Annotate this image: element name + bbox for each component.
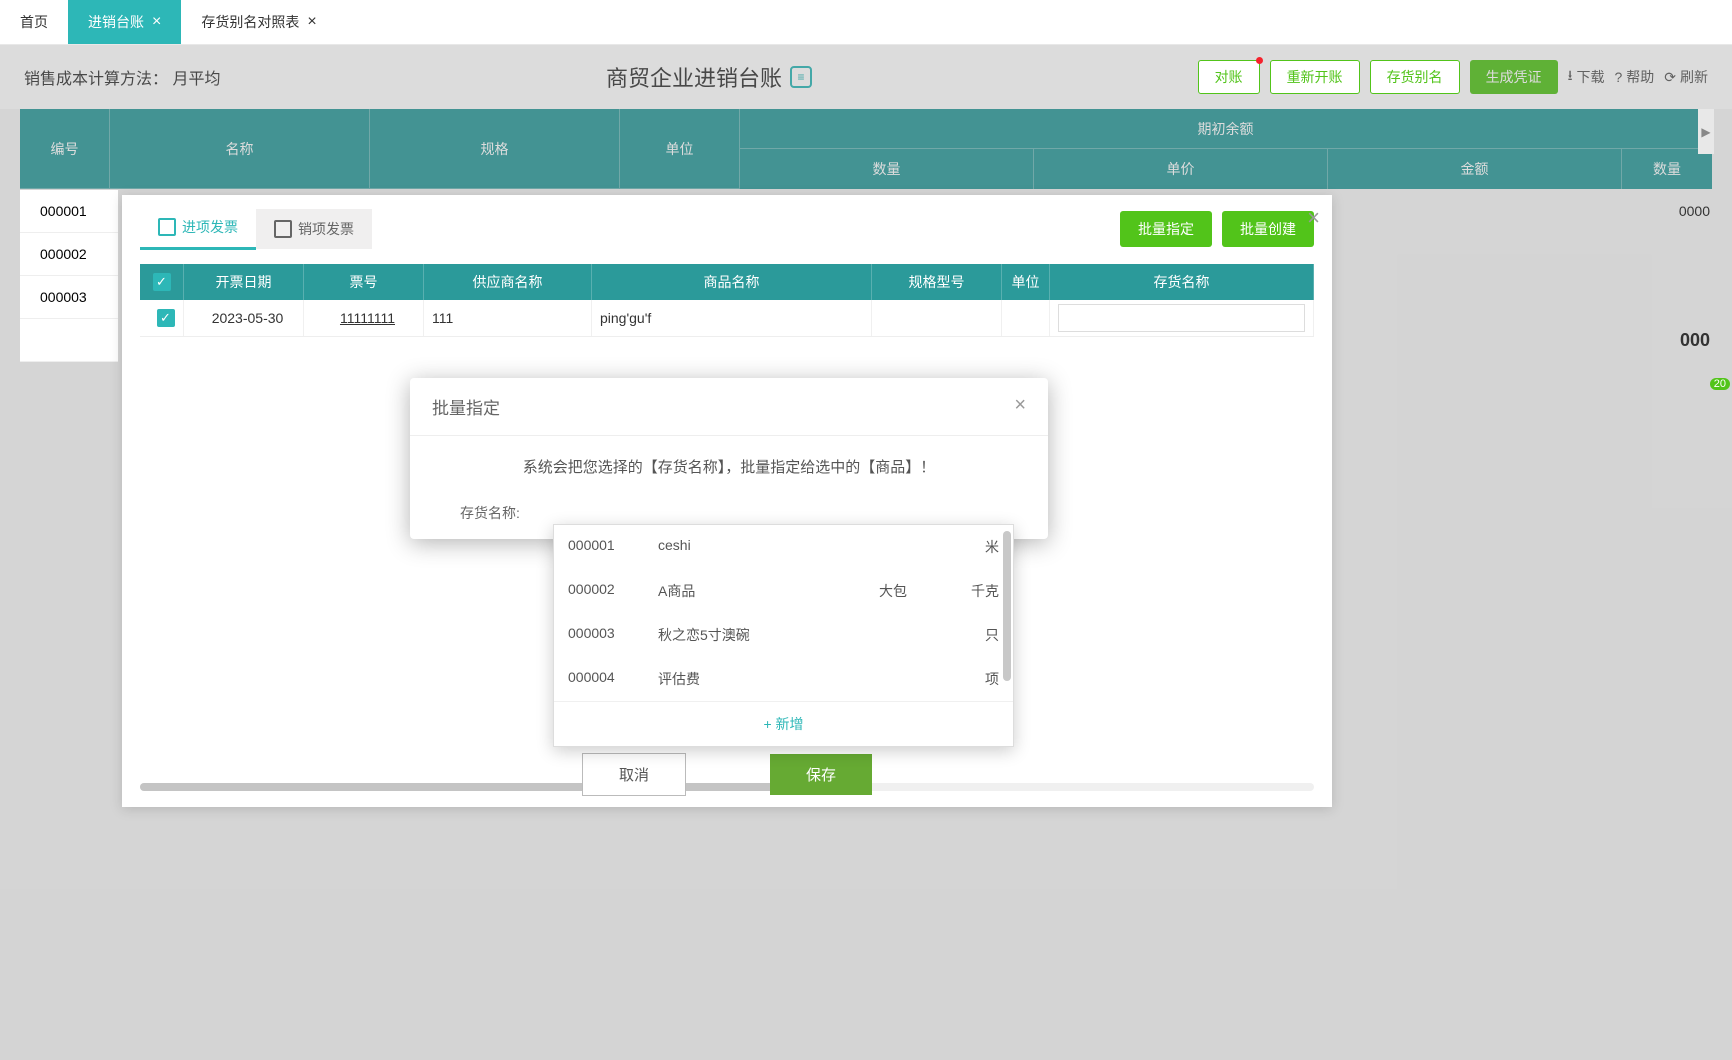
alias-button[interactable]: 存货别名 <box>1370 60 1460 94</box>
save-button[interactable]: 保存 <box>770 754 872 795</box>
batch-assign-button[interactable]: 批量指定 <box>1120 211 1212 247</box>
table-row[interactable]: 000002 <box>20 233 118 276</box>
modal-title: 批量指定 <box>432 394 500 419</box>
tab-sales-invoice[interactable]: 销项发票 <box>256 209 372 249</box>
dropdown-item[interactable]: 000002 A商品 大包 千克 <box>554 569 1013 613</box>
stock-dropdown: 000001 ceshi 米 000002 A商品 大包 千克 000003 秋… <box>553 524 1014 747</box>
cell-invoice-no[interactable]: 11111111 <box>304 300 424 336</box>
table-row[interactable]: 000003 <box>20 276 118 319</box>
dropdown-item[interactable]: 000003 秋之恋5寸澳碗 只 <box>554 613 1013 657</box>
th-stock-name: 存货名称 <box>1050 264 1314 300</box>
table-row[interactable]: 000001 <box>20 190 118 233</box>
reopen-button[interactable]: 重新开账 <box>1270 60 1360 94</box>
cell-date: 2023-05-30 <box>184 300 304 336</box>
th-supplier: 供应商名称 <box>424 264 592 300</box>
stock-name-input[interactable] <box>1058 304 1305 332</box>
cancel-button[interactable]: 取消 <box>582 753 686 796</box>
tab-home[interactable]: 首页 <box>0 0 68 44</box>
tab-income-invoice[interactable]: 进项发票 <box>140 207 256 250</box>
th-date: 开票日期 <box>184 264 304 300</box>
close-icon[interactable]: × <box>1307 205 1320 231</box>
batch-create-button[interactable]: 批量创建 <box>1222 211 1314 247</box>
close-icon[interactable]: × <box>152 13 161 31</box>
th-goods: 商品名称 <box>592 264 872 300</box>
expand-handle[interactable]: ▶ <box>1698 109 1714 154</box>
cell-unit <box>1002 300 1050 336</box>
close-icon[interactable]: × <box>1014 394 1026 419</box>
dropdown-item[interactable]: 000001 ceshi 米 <box>554 525 1013 569</box>
row-numbers: 000001 000002 000003 <box>20 190 118 362</box>
cell-supplier: 111 <box>424 300 592 336</box>
dropdown-add[interactable]: + 新增 <box>554 701 1013 746</box>
tabs-bar: 首页 进销台账× 存货别名对照表× <box>0 0 1732 45</box>
stock-name-label: 存货名称: <box>460 503 998 523</box>
tab-alias[interactable]: 存货别名对照表× <box>181 0 336 44</box>
vertical-scrollbar[interactable] <box>1003 531 1011 681</box>
status-badge: 20 <box>1710 378 1730 390</box>
row-checkbox[interactable]: ✓ <box>157 309 175 327</box>
tab-ledger[interactable]: 进销台账× <box>68 0 181 44</box>
cube-icon <box>158 218 176 236</box>
invoice-row: ✓ 2023-05-30 11111111 111 ping'gu'f <box>140 300 1314 337</box>
cube-icon <box>274 220 292 238</box>
right-values: 0000 000 <box>1654 190 1714 362</box>
batch-assign-modal: 批量指定 × 系统会把您选择的【存货名称】，批量指定给选中的【商品】！ 存货名称… <box>410 378 1048 539</box>
th-spec: 规格型号 <box>872 264 1002 300</box>
checkbox-all[interactable]: ✓ <box>153 273 171 291</box>
close-icon[interactable]: × <box>307 13 316 31</box>
cell-goods: ping'gu'f <box>592 300 872 336</box>
dropdown-item[interactable]: 000004 评估费 项 <box>554 657 1013 701</box>
table-row[interactable] <box>20 319 118 362</box>
invoice-table-header: ✓ 开票日期 票号 供应商名称 商品名称 规格型号 单位 存货名称 <box>140 264 1314 300</box>
reconcile-button[interactable]: 对账 <box>1198 60 1260 94</box>
th-invoice-no: 票号 <box>304 264 424 300</box>
cell-spec <box>872 300 1002 336</box>
modal-message: 系统会把您选择的【存货名称】，批量指定给选中的【商品】！ <box>460 456 998 477</box>
th-unit: 单位 <box>1002 264 1050 300</box>
